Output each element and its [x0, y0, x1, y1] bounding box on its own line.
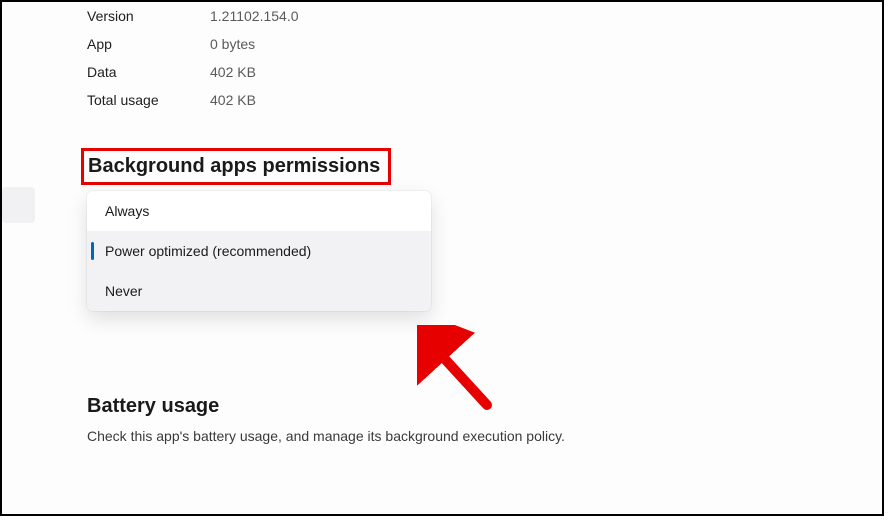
info-label-app: App [87, 36, 210, 52]
info-value-data: 402 KB [210, 64, 256, 80]
info-row-version: Version 1.21102.154.0 [87, 2, 882, 30]
info-row-app: App 0 bytes [87, 30, 882, 58]
dropdown-option-never[interactable]: Never [87, 271, 431, 311]
info-value-total: 402 KB [210, 92, 256, 108]
dropdown-option-always[interactable]: Always [87, 191, 431, 231]
battery-usage-description: Check this app's battery usage, and mana… [87, 426, 647, 446]
annotation-highlight-box: Background apps permissions [81, 148, 391, 185]
battery-usage-heading: Battery usage [87, 395, 882, 418]
info-row-total: Total usage 402 KB [87, 86, 882, 114]
background-permissions-heading: Background apps permissions [88, 155, 380, 178]
info-label-total: Total usage [87, 92, 210, 108]
sidebar-nub [2, 187, 35, 223]
info-value-app: 0 bytes [210, 36, 255, 52]
background-permissions-dropdown[interactable]: Always Power optimized (recommended) Nev… [87, 191, 431, 311]
info-label-version: Version [87, 8, 210, 24]
info-label-data: Data [87, 64, 210, 80]
dropdown-option-power-optimized[interactable]: Power optimized (recommended) [87, 231, 431, 271]
info-row-data: Data 402 KB [87, 58, 882, 86]
app-info-table: Version 1.21102.154.0 App 0 bytes Data 4… [87, 2, 882, 114]
info-value-version: 1.21102.154.0 [210, 8, 299, 24]
